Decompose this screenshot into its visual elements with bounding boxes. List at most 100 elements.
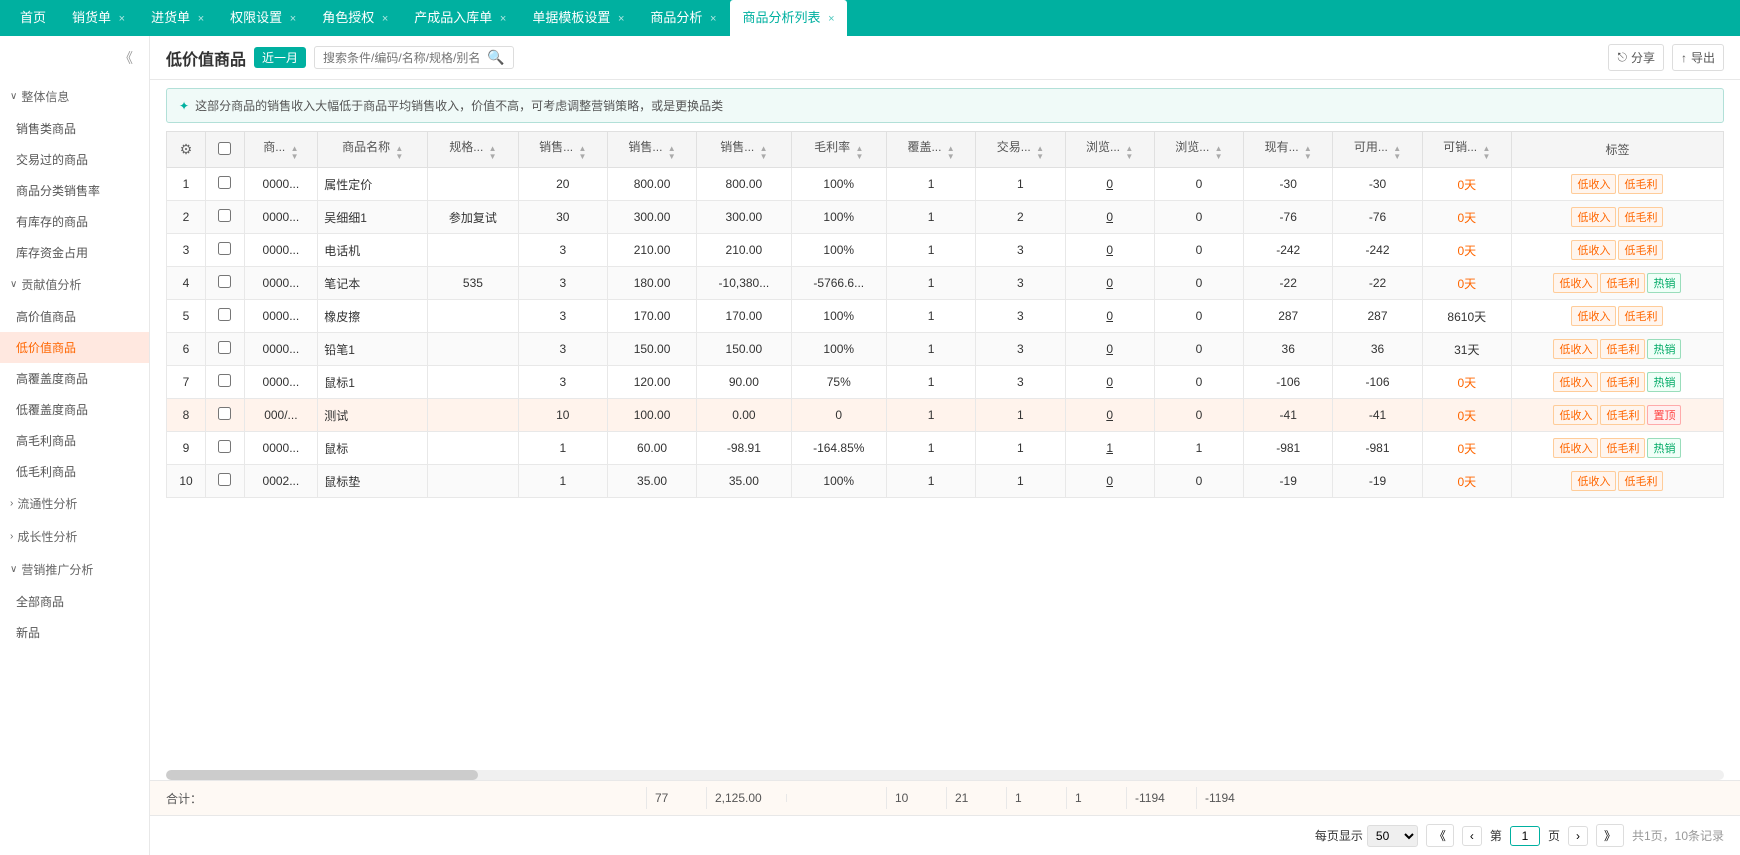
browse-link[interactable]: 0 [1106,375,1113,389]
sidebar-section-title-growth[interactable]: › 成长性分析 [0,520,149,553]
col-browse1[interactable]: 浏览... ▲▼ [1065,132,1154,168]
browse-link[interactable]: 0 [1106,474,1113,488]
col-stock[interactable]: 现有... ▲▼ [1244,132,1333,168]
sidebar-item-high-value[interactable]: 高价值商品 [0,301,149,332]
nav-product-in[interactable]: 产成品入库单 × [402,0,518,36]
row-browse1[interactable]: 0 [1065,201,1154,234]
col-trade[interactable]: 交易... ▲▼ [976,132,1065,168]
row-checkbox[interactable] [218,176,231,189]
scroll-thumb[interactable] [166,770,478,780]
sidebar-item-stock-goods[interactable]: 有库存的商品 [0,206,149,237]
row-browse1[interactable]: 0 [1065,333,1154,366]
row-browse1[interactable]: 0 [1065,234,1154,267]
nav-product-analysis-list[interactable]: 商品分析列表 × [730,0,846,36]
row-checkbox[interactable] [218,341,231,354]
row-checkbox[interactable] [218,440,231,453]
col-sales-amt[interactable]: 销售... ▲▼ [607,132,696,168]
col-coverage[interactable]: 覆盖... ▲▼ [886,132,975,168]
nav-product-analysis[interactable]: 商品分析 × [638,0,728,36]
col-gear[interactable]: ⚙ [167,132,206,168]
row-sales-x: 300.00 [697,201,791,234]
nav-role[interactable]: 角色授权 × [310,0,400,36]
browse-link[interactable]: 0 [1106,243,1113,257]
nav-home[interactable]: 首页 [8,0,58,36]
row-browse1[interactable]: 0 [1065,465,1154,498]
browse-link[interactable]: 0 [1106,276,1113,290]
sidebar-item-stock-capital[interactable]: 库存资金占用 [0,237,149,268]
nav-permission[interactable]: 权限设置 × [218,0,308,36]
row-browse1[interactable]: 0 [1065,366,1154,399]
sidebar-item-low-value[interactable]: 低价值商品 [0,332,149,363]
close-icon[interactable]: × [710,13,716,25]
browse-link[interactable]: 0 [1106,408,1113,422]
close-icon[interactable]: × [500,13,506,25]
export-button[interactable]: ↑ 导出 [1672,44,1724,71]
sidebar-item-high-margin[interactable]: 高毛利商品 [0,425,149,456]
row-checkbox[interactable] [218,209,231,222]
sidebar-section-title-overall[interactable]: ∨ 整体信息 [0,80,149,113]
close-icon[interactable]: × [119,13,125,25]
nav-sales-order[interactable]: 销货单 × [60,0,137,36]
row-saleable: 0天 [1422,168,1511,201]
row-browse1[interactable]: 0 [1065,399,1154,432]
row-checkbox[interactable] [218,374,231,387]
row-browse1[interactable]: 0 [1065,168,1154,201]
browse-link[interactable]: 1 [1106,441,1113,455]
row-checkbox[interactable] [218,473,231,486]
row-checkbox[interactable] [218,275,231,288]
sidebar-item-sales-goods[interactable]: 销售类商品 [0,113,149,144]
col-browse2[interactable]: 浏览... ▲▼ [1154,132,1243,168]
prev-page-button[interactable]: ‹ [1462,826,1482,846]
col-available[interactable]: 可用... ▲▼ [1333,132,1422,168]
sidebar-item-new-goods[interactable]: 新品 [0,617,149,648]
tag: 热销 [1647,273,1681,293]
search-input[interactable] [323,51,483,65]
row-checkbox[interactable] [218,242,231,255]
nav-purchase[interactable]: 进货单 × [139,0,216,36]
select-all-checkbox[interactable] [218,142,231,155]
close-icon[interactable]: × [198,13,204,25]
close-icon[interactable]: × [290,13,296,25]
col-name[interactable]: 商品名称 ▲▼ [318,132,428,168]
page-number-input[interactable] [1510,826,1540,846]
close-icon[interactable]: × [618,13,624,25]
browse-link[interactable]: 0 [1106,342,1113,356]
last-page-button[interactable]: 》 [1596,824,1624,847]
search-icon[interactable]: 🔍 [487,49,504,66]
next-page-button[interactable]: › [1568,826,1588,846]
sidebar-section-title-marketing[interactable]: ∨ 营销推广分析 [0,553,149,586]
date-filter-badge[interactable]: 近一月 [254,47,306,68]
sidebar-item-category-sales-rate[interactable]: 商品分类销售率 [0,175,149,206]
browse-link[interactable]: 0 [1106,210,1113,224]
col-sales-qty[interactable]: 销售... ▲▼ [518,132,607,168]
close-icon[interactable]: × [828,13,834,25]
sidebar-item-traded-goods[interactable]: 交易过的商品 [0,144,149,175]
col-saleable[interactable]: 可销... ▲▼ [1422,132,1511,168]
row-checkbox[interactable] [218,407,231,420]
row-browse1[interactable]: 0 [1065,267,1154,300]
browse-link[interactable]: 0 [1106,309,1113,323]
per-page-select[interactable]: 50 100 [1367,825,1418,847]
sidebar-section-title-circulation[interactable]: › 流通性分析 [0,487,149,520]
row-spec [428,300,518,333]
col-code[interactable]: 商... ▲▼ [244,132,318,168]
sidebar-item-low-margin[interactable]: 低毛利商品 [0,456,149,487]
table-scroll-bar[interactable] [166,770,1724,780]
sidebar-item-low-coverage[interactable]: 低覆盖度商品 [0,394,149,425]
col-gross-rate[interactable]: 毛利率 ▲▼ [791,132,886,168]
sidebar-section-title-contribution[interactable]: ∨ 贡献值分析 [0,268,149,301]
col-sales-x[interactable]: 销售... ▲▼ [697,132,791,168]
col-spec[interactable]: 规格... ▲▼ [428,132,518,168]
sidebar-collapse-btn[interactable]: 《 [111,40,141,76]
row-browse1[interactable]: 1 [1065,432,1154,465]
sidebar-item-high-coverage[interactable]: 高覆盖度商品 [0,363,149,394]
first-page-button[interactable]: 《 [1426,824,1454,847]
browse-link[interactable]: 0 [1106,177,1113,191]
row-browse1[interactable]: 0 [1065,300,1154,333]
share-button[interactable]: ⎋ 分享 [1608,44,1664,71]
gear-icon[interactable]: ⚙ [180,141,193,157]
nav-template[interactable]: 单据模板设置 × [520,0,636,36]
row-checkbox[interactable] [218,308,231,321]
sidebar-item-all-goods[interactable]: 全部商品 [0,586,149,617]
close-icon[interactable]: × [382,13,388,25]
